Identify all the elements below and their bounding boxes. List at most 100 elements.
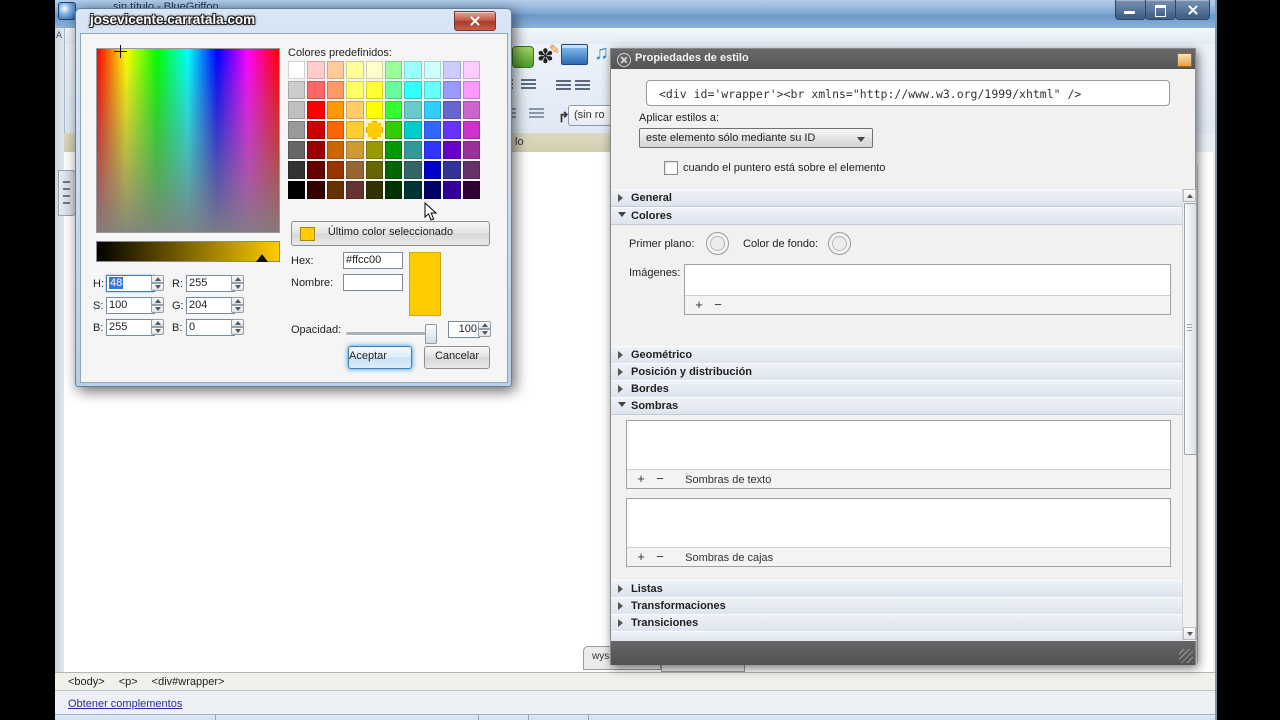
accept-button[interactable]: Aceptar: [348, 346, 412, 369]
spin-up-button[interactable]: [231, 275, 244, 283]
palette-swatch[interactable]: [404, 81, 422, 99]
saturation-field[interactable]: 100: [106, 297, 155, 314]
section-geometrico[interactable]: Geométrico: [611, 346, 1183, 364]
color-gradient-square[interactable]: [96, 48, 280, 233]
spin-up-button[interactable]: [151, 297, 164, 305]
blue-spinner[interactable]: [231, 319, 244, 336]
add-image-button[interactable]: +: [691, 296, 707, 314]
spin-down-button[interactable]: [151, 283, 164, 291]
palette-swatch[interactable]: [384, 101, 403, 119]
palette-swatch[interactable]: [462, 181, 480, 199]
outdent-icon[interactable]: [575, 80, 590, 92]
background-color-well[interactable]: [828, 232, 851, 255]
green-spinner[interactable]: [231, 297, 244, 314]
palette-swatch[interactable]: [423, 161, 442, 179]
spin-down-button[interactable]: [231, 327, 244, 335]
palette-swatch[interactable]: [365, 101, 383, 119]
palette-swatch[interactable]: [307, 101, 325, 119]
blue-field[interactable]: 0: [186, 319, 235, 336]
red-spinner[interactable]: [231, 275, 244, 292]
palette-swatch[interactable]: [326, 121, 345, 139]
palette-swatch[interactable]: [307, 61, 325, 79]
palette-swatch[interactable]: [423, 121, 442, 139]
add-box-shadow-button[interactable]: +: [633, 548, 649, 566]
palette-swatch[interactable]: [346, 181, 364, 199]
palette-swatch[interactable]: [365, 181, 383, 199]
red-field[interactable]: 255: [186, 275, 235, 292]
spin-up-button[interactable]: [231, 297, 244, 305]
cancel-button[interactable]: Cancelar: [424, 346, 490, 369]
spin-down-button[interactable]: [151, 327, 164, 335]
brightness-spinner[interactable]: [151, 319, 164, 336]
spin-up-button[interactable]: [151, 275, 164, 283]
palette-swatch[interactable]: [307, 121, 325, 139]
hue-field[interactable]: 48: [106, 275, 155, 292]
palette-swatch[interactable]: [423, 61, 442, 79]
palette-swatch[interactable]: [384, 141, 403, 159]
palette-swatch[interactable]: [307, 181, 325, 199]
spin-up-button[interactable]: [231, 319, 244, 327]
palette-swatch[interactable]: [443, 61, 461, 79]
foreground-color-well[interactable]: [706, 232, 729, 255]
last-color-button[interactable]: Último color seleccionado: [291, 221, 490, 246]
palette-swatch[interactable]: [365, 161, 383, 179]
opacity-slider-handle[interactable]: [425, 324, 437, 344]
breadcrumb-item[interactable]: <div#wrapper>: [152, 676, 225, 688]
palette-swatch[interactable]: [404, 181, 422, 199]
palette-swatch[interactable]: [346, 141, 364, 159]
align-block-icon[interactable]: [521, 79, 536, 91]
text-shadows-listbox[interactable]: + − Sombras de texto: [626, 420, 1171, 489]
palette-swatch[interactable]: [443, 181, 461, 199]
palette-swatch[interactable]: [384, 61, 403, 79]
palette-swatch[interactable]: [462, 101, 480, 119]
document-tab-label-fragment[interactable]: lo: [515, 136, 524, 148]
palette-swatch[interactable]: [423, 101, 442, 119]
section-general[interactable]: General: [611, 189, 1183, 207]
spin-up-button[interactable]: [151, 319, 164, 327]
scroll-down-button[interactable]: [1183, 627, 1196, 640]
palette-swatch[interactable]: [423, 81, 442, 99]
palette-swatch[interactable]: [346, 101, 364, 119]
spin-up-button[interactable]: [478, 321, 491, 329]
palette-swatch[interactable]: [384, 121, 403, 139]
minimize-button[interactable]: [1115, 0, 1146, 20]
spin-down-button[interactable]: [151, 305, 164, 313]
section-bordes[interactable]: Bordes: [611, 380, 1183, 398]
opacity-slider-track[interactable]: [346, 332, 431, 335]
palette-swatch[interactable]: [288, 141, 306, 159]
palette-swatch[interactable]: [365, 121, 383, 139]
spin-down-button[interactable]: [231, 283, 244, 291]
palette-swatch[interactable]: [326, 81, 345, 99]
palette-swatch[interactable]: [326, 161, 345, 179]
palette-swatch[interactable]: [326, 101, 345, 119]
section-transformaciones[interactable]: Transformaciones: [611, 597, 1183, 615]
palette-swatch[interactable]: [404, 121, 422, 139]
palette-swatch[interactable]: [288, 161, 306, 179]
palette-swatch[interactable]: [443, 121, 461, 139]
palette-swatch[interactable]: [346, 61, 364, 79]
palette-swatch[interactable]: [404, 161, 422, 179]
brightness-gradient-bar[interactable]: [96, 241, 280, 262]
remove-box-shadow-button[interactable]: −: [652, 548, 668, 566]
palette-swatch[interactable]: [326, 181, 345, 199]
hex-field[interactable]: #ffcc00: [343, 252, 403, 269]
palette-swatch[interactable]: [326, 141, 345, 159]
palette-swatch[interactable]: [365, 61, 383, 79]
palette-swatch[interactable]: [346, 81, 364, 99]
remove-text-shadow-button[interactable]: −: [652, 470, 668, 488]
palette-swatch[interactable]: [443, 141, 461, 159]
palette-swatch[interactable]: [462, 61, 480, 79]
palette-swatch[interactable]: [443, 81, 461, 99]
palette-swatch[interactable]: [288, 61, 306, 79]
scrollbar-thumb[interactable]: [1184, 203, 1197, 455]
palette-swatch[interactable]: [288, 121, 306, 139]
breadcrumb-item[interactable]: <p>: [119, 676, 138, 688]
color-crosshair-marker[interactable]: [114, 45, 127, 58]
box-shadows-listbox[interactable]: + − Sombras de cajas: [626, 498, 1171, 567]
panel-scrollbar[interactable]: [1182, 189, 1197, 641]
palette-swatch[interactable]: [462, 121, 480, 139]
palette-swatch[interactable]: [462, 161, 480, 179]
spin-down-button[interactable]: [478, 329, 491, 337]
green-field[interactable]: 204: [186, 297, 235, 314]
markup-cleaner-icon[interactable]: [512, 46, 534, 68]
